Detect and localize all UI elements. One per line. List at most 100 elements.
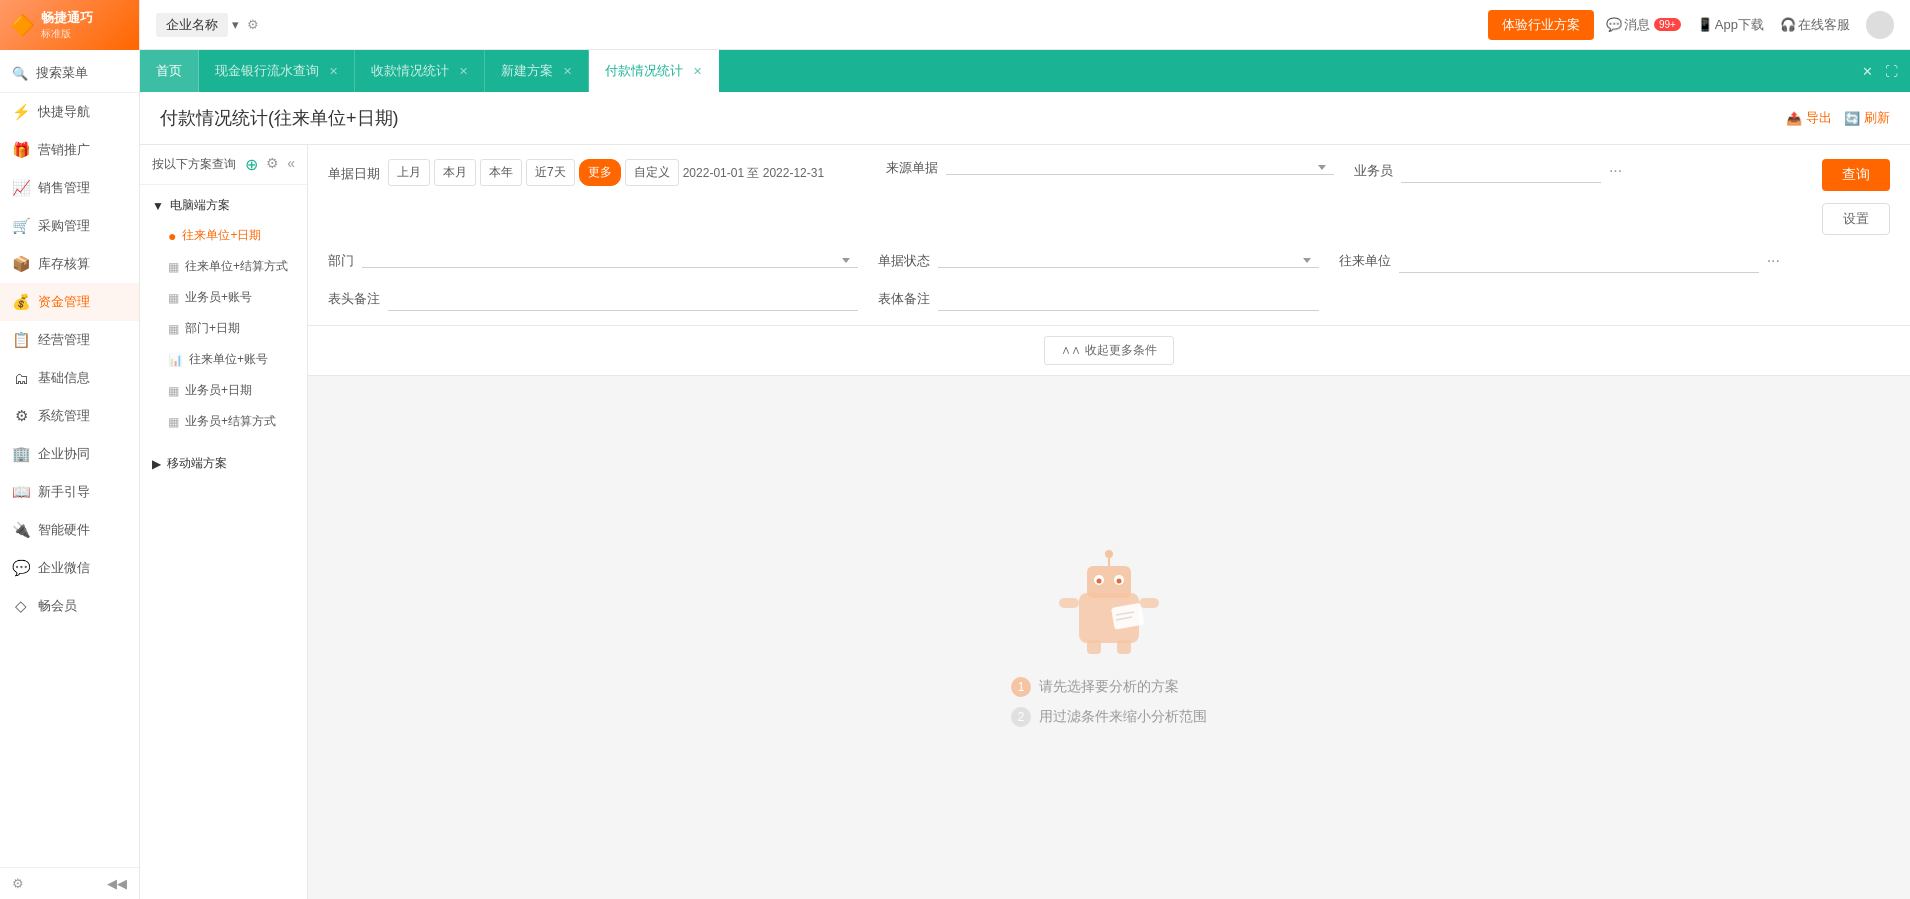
page-body: 按以下方案查询 ⊕ ⚙ « ▼ 电脑端方案 ● 往来单位+日期 — [140, 145, 1910, 899]
chevron-down-icon: ▼ — [152, 199, 164, 213]
sidebar-item-marketing[interactable]: 🎁 营销推广 — [0, 131, 139, 169]
sidebar-item-finance[interactable]: 💰 资金管理 — [0, 283, 139, 321]
close-all-tabs-icon[interactable]: ✕ — [1862, 64, 1873, 79]
tab-bank-flow[interactable]: 现金银行流水查询 ✕ — [199, 50, 355, 92]
this-year-btn[interactable]: 本年 — [480, 159, 522, 186]
schema-item-counterpart-settlement[interactable]: ▦ 往来单位+结算方式 — [140, 251, 307, 282]
topbar-settings-icon[interactable]: ⚙ — [247, 17, 259, 32]
date-range-text: 2022-01-01 至 2022-12-31 — [683, 165, 824, 182]
chevron-right-icon: ▶ — [152, 457, 161, 471]
guide-icon: 📖 — [12, 483, 30, 501]
member-label: 畅会员 — [38, 597, 77, 615]
purchase-label: 采购管理 — [38, 217, 90, 235]
collapse-btn[interactable]: ∧∧ 收起更多条件 — [1044, 336, 1173, 365]
custom-btn[interactable]: 自定义 — [625, 159, 679, 186]
online-service-btn[interactable]: 🎧 在线客服 — [1780, 16, 1850, 34]
system-label: 系统管理 — [38, 407, 90, 425]
counterpart-filter-label: 往来单位 — [1339, 252, 1391, 270]
sidebar-item-wechat[interactable]: 💬 企业微信 — [0, 549, 139, 587]
selector-chevron-icon: ▾ — [232, 17, 239, 32]
tab-new-plan-close[interactable]: ✕ — [563, 65, 572, 78]
settings-icon[interactable]: ⚙ — [12, 876, 24, 891]
schema-item-table-icon-5: ▦ — [168, 415, 179, 429]
collapse-schema-icon[interactable]: « — [287, 155, 295, 174]
sidebar-item-basic-info[interactable]: 🗂 基础信息 — [0, 359, 139, 397]
refresh-button[interactable]: 🔄 刷新 — [1844, 109, 1890, 127]
maximize-icon[interactable]: ⛶ — [1885, 64, 1898, 79]
sidebar-item-system[interactable]: ⚙ 系统管理 — [0, 397, 139, 435]
schema-mobile-section-title[interactable]: ▶ 移动端方案 — [140, 449, 307, 478]
svg-rect-1 — [1087, 566, 1131, 598]
header-note-label: 表头备注 — [328, 290, 380, 308]
user-avatar[interactable] — [1866, 11, 1894, 39]
salesperson-input[interactable] — [1401, 159, 1601, 183]
hardware-label: 智能硬件 — [38, 521, 90, 539]
tab-payment-stats-label: 付款情况统计 — [605, 62, 683, 80]
svg-rect-9 — [1139, 598, 1159, 608]
app-download-btn[interactable]: 📱 App下载 — [1697, 16, 1764, 34]
tab-new-plan[interactable]: 新建方案 ✕ — [485, 50, 589, 92]
sidebar-item-member[interactable]: ◇ 畅会员 — [0, 587, 139, 625]
sidebar-item-operation[interactable]: 📋 经营管理 — [0, 321, 139, 359]
salesperson-filter-label: 业务员 — [1354, 162, 1393, 180]
sidebar-item-guide[interactable]: 📖 新手引导 — [0, 473, 139, 511]
schema-item-counterpart-date[interactable]: ● 往来单位+日期 — [140, 220, 307, 251]
schema-item-salesperson-account[interactable]: ▦ 业务员+账号 — [140, 282, 307, 313]
collapse-bar: ∧∧ 收起更多条件 — [308, 326, 1910, 376]
svg-point-4 — [1097, 579, 1102, 584]
tab-receipt-stats-close[interactable]: ✕ — [459, 65, 468, 78]
company-selector[interactable]: 企业名称 ▾ — [156, 13, 239, 37]
collapse-sidebar-icon[interactable]: ◀◀ — [107, 876, 127, 891]
last7-btn[interactable]: 近7天 — [526, 159, 575, 186]
message-label: 消息 — [1624, 16, 1650, 34]
logo-text: 畅捷通巧 — [41, 9, 93, 27]
salesperson-more-icon[interactable]: ··· — [1609, 162, 1622, 180]
more-btn[interactable]: 更多 — [579, 159, 621, 186]
schema-item-dept-date[interactable]: ▦ 部门+日期 — [140, 313, 307, 344]
svg-rect-10 — [1087, 640, 1101, 654]
voucher-status-chevron-icon — [1303, 258, 1311, 263]
this-month-btn[interactable]: 本月 — [434, 159, 476, 186]
basic-info-icon: 🗂 — [12, 369, 30, 387]
tab-receipt-stats[interactable]: 收款情况统计 ✕ — [355, 50, 485, 92]
sidebar-item-hardware[interactable]: 🔌 智能硬件 — [0, 511, 139, 549]
sidebar-item-corp[interactable]: 🏢 企业协同 — [0, 435, 139, 473]
inventory-label: 库存核算 — [38, 255, 90, 273]
voucher-status-label: 单据状态 — [878, 252, 930, 270]
date-filter-label: 单据日期 — [328, 159, 380, 183]
header-note-input[interactable] — [388, 287, 858, 311]
source-select[interactable] — [946, 161, 1334, 175]
schema-settings-icon[interactable]: ⚙ — [266, 155, 279, 174]
trial-button[interactable]: 体验行业方案 — [1488, 10, 1594, 40]
tab-payment-stats[interactable]: 付款情况统计 ✕ — [589, 50, 719, 92]
counterpart-input[interactable] — [1399, 249, 1759, 273]
refresh-icon: 🔄 — [1844, 111, 1860, 126]
schema-item-counterpart-account[interactable]: 📊 往来单位+账号 — [140, 344, 307, 375]
tab-home[interactable]: 首页 — [140, 50, 199, 92]
sidebar-item-inventory[interactable]: 📦 库存核算 — [0, 245, 139, 283]
tab-new-plan-label: 新建方案 — [501, 62, 553, 80]
dept-select[interactable] — [362, 254, 858, 268]
sidebar-item-sales[interactable]: 📈 销售管理 — [0, 169, 139, 207]
body-note-input[interactable] — [938, 287, 1319, 311]
sidebar-item-quick-nav[interactable]: ⚡ 快捷导航 — [0, 93, 139, 131]
tab-receipt-stats-label: 收款情况统计 — [371, 62, 449, 80]
sidebar-search-item[interactable]: 🔍 搜索菜单 — [0, 54, 139, 93]
add-schema-icon[interactable]: ⊕ — [245, 155, 258, 174]
schema-pc-section-title[interactable]: ▼ 电脑端方案 — [140, 191, 307, 220]
export-button[interactable]: 📤 导出 — [1786, 109, 1832, 127]
voucher-status-select[interactable] — [938, 254, 1319, 268]
sidebar-item-purchase[interactable]: 🛒 采购管理 — [0, 207, 139, 245]
counterpart-more-icon[interactable]: ··· — [1767, 252, 1780, 270]
main-content: 单据日期 上月 本月 本年 近7天 更多 自定义 2022-01-01 至 20… — [308, 145, 1910, 899]
schema-item-salesperson-settlement[interactable]: ▦ 业务员+结算方式 — [140, 406, 307, 437]
last-month-btn[interactable]: 上月 — [388, 159, 430, 186]
schema-item-salesperson-date[interactable]: ▦ 业务员+日期 — [140, 375, 307, 406]
message-icon: 💬 — [1606, 17, 1622, 32]
tab-bank-flow-close[interactable]: ✕ — [329, 65, 338, 78]
settings-button[interactable]: 设置 — [1822, 203, 1890, 235]
tab-payment-stats-close[interactable]: ✕ — [693, 65, 702, 78]
sales-label: 销售管理 — [38, 179, 90, 197]
query-button[interactable]: 查询 — [1822, 159, 1890, 191]
messages-btn[interactable]: 💬 消息 99+ — [1606, 16, 1681, 34]
